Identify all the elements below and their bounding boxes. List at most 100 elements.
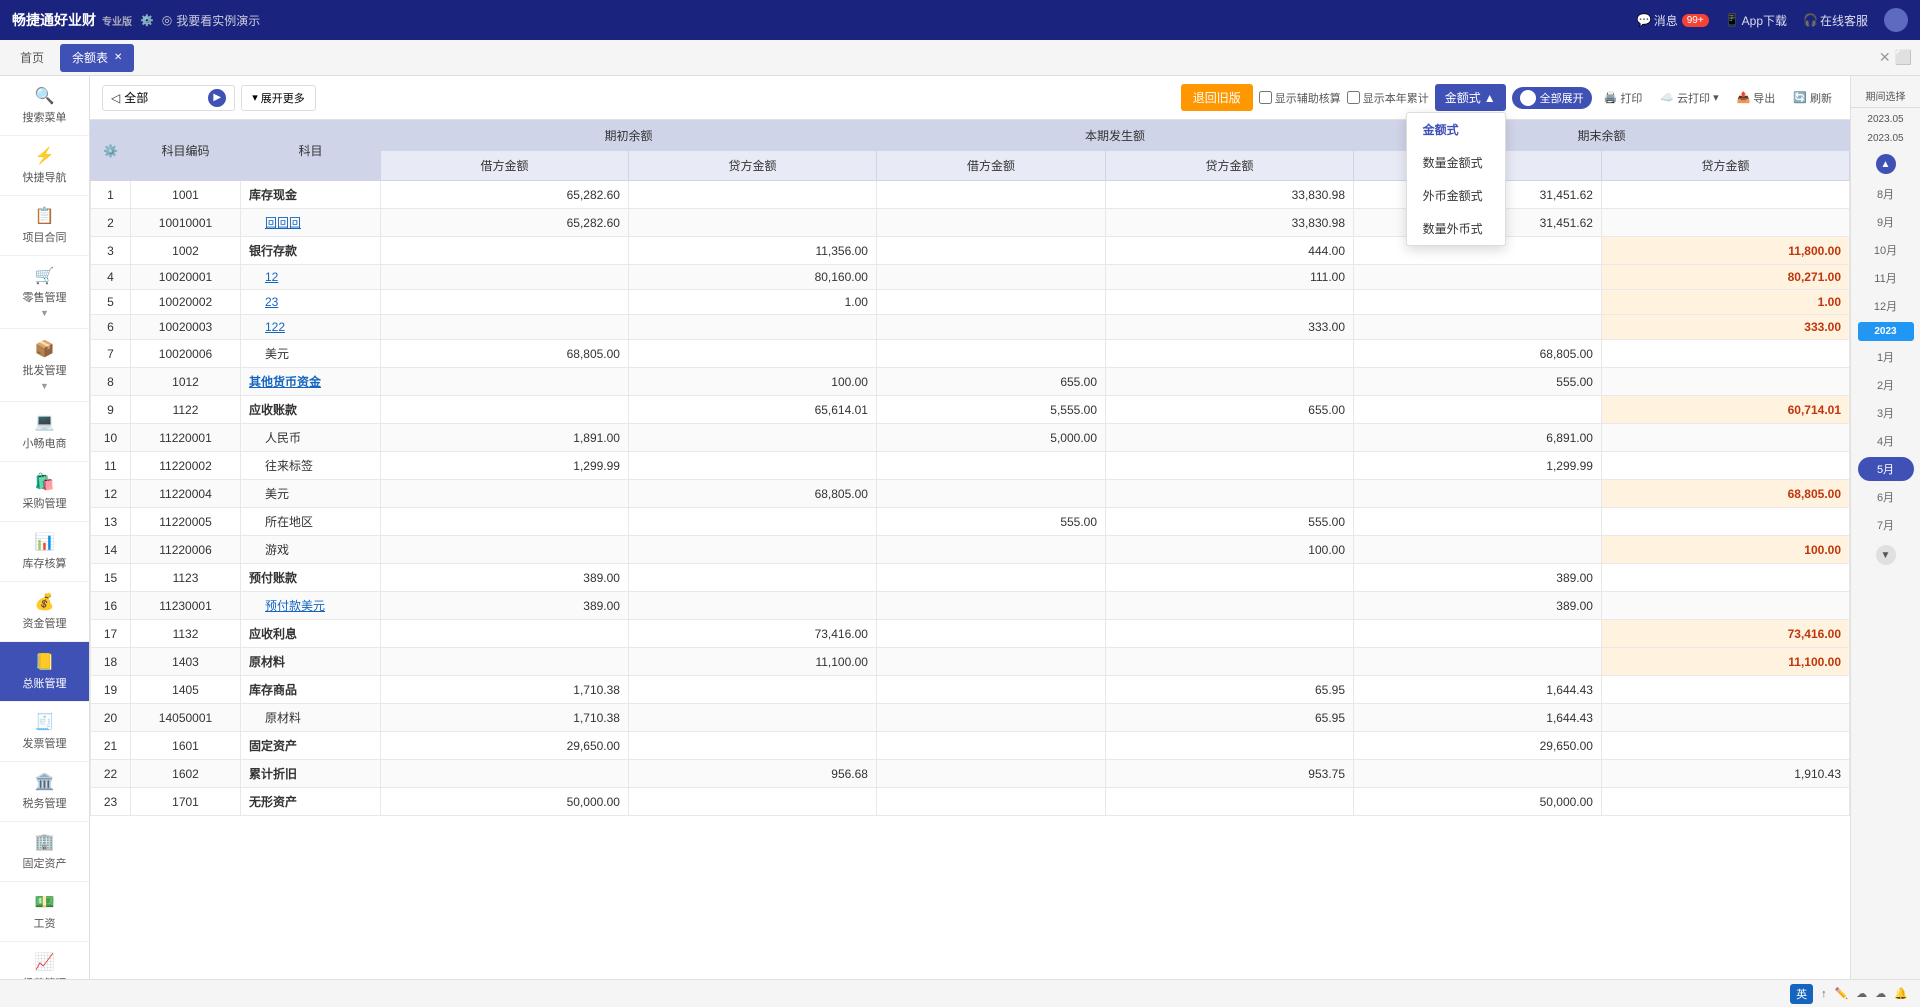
expand-more-btn[interactable]: ▾ 展开更多 [241,85,316,111]
month-2[interactable]: 2月 [1858,373,1914,397]
cell-subject[interactable]: 122 [241,315,381,340]
sidebar-item-fixed-assets[interactable]: 🏢 固定资产 [0,822,89,882]
sidebar-item-tax[interactable]: 🏛️ 税务管理 [0,762,89,822]
cloud-icon-2[interactable]: ☁ [1875,987,1886,1000]
month-1[interactable]: 1月 [1858,345,1914,369]
dropdown-item-amount[interactable]: 金额式 [1407,113,1505,146]
dropdown-item-qty-foreign[interactable]: 数量外币式 [1407,212,1505,245]
lang-icon[interactable]: 英 [1790,984,1813,1004]
online-service-btn[interactable]: 🎧 在线客服 [1803,12,1868,29]
sidebar-item-quick-nav[interactable]: ⚡ 快捷导航 [0,136,89,196]
export-btn[interactable]: 📤 导出 [1731,86,1782,110]
sidebar-item-project[interactable]: 📋 项目合同 [0,196,89,256]
cell-code: 11230001 [131,592,241,620]
message-btn[interactable]: 💬 消息 99+ [1637,12,1709,29]
month-10[interactable]: 10月 [1858,238,1914,262]
user-avatar[interactable] [1884,8,1908,32]
th-ob-debit: 借方金额 [381,151,629,181]
th-settings[interactable]: ⚙️ [91,121,131,181]
show-yearly-label[interactable]: 显示本年累计 [1347,90,1429,106]
cell-code: 1701 [131,788,241,816]
month-8[interactable]: 8月 [1858,182,1914,206]
cloud-print-btn[interactable]: ☁️ 云打印 ▾ [1654,86,1724,110]
show-yearly-checkbox[interactable] [1347,91,1360,104]
sidebar-item-capital[interactable]: 💰 资金管理 [0,582,89,642]
month-12[interactable]: 12月 [1858,294,1914,318]
cell-ob-credit [628,209,876,237]
cell-ob-credit: 1.00 [628,290,876,315]
cell-subject[interactable]: 预付款美元 [241,592,381,620]
project-icon: 📋 [35,206,55,226]
cell-subject[interactable]: 12 [241,265,381,290]
sidebar-item-salary[interactable]: 💵 工资 [0,882,89,942]
cell-ob-debit [381,396,629,424]
close-panel-btn[interactable]: ✕ [1879,49,1891,66]
cell-subject[interactable]: 其他货币资金 [241,368,381,396]
dropdown-item-foreign-amount[interactable]: 外币金额式 [1407,179,1505,212]
sidebar-item-inventory[interactable]: 📊 库存核算 [0,522,89,582]
sidebar-item-purchase[interactable]: 🛍️ 采购管理 [0,462,89,522]
expand-all-toggle[interactable]: 全部展开 [1512,87,1592,109]
search-box[interactable]: ◁ ▶ [102,85,235,111]
cell-eb-credit: 100.00 [1601,536,1849,564]
cell-cur-credit [1106,564,1354,592]
cell-cur-credit: 953.75 [1106,760,1354,788]
th-opening-balance: 期初余额 [381,121,877,151]
app-download-btn[interactable]: 📱 App下载 [1725,12,1787,29]
month-7[interactable]: 7月 [1858,513,1914,537]
cell-eb-credit [1601,340,1849,368]
cell-eb-debit [1354,265,1602,290]
cell-subject[interactable]: 23 [241,290,381,315]
tab-home[interactable]: 首页 [8,44,56,72]
show-auxiliary-label[interactable]: 显示辅助核算 [1259,90,1341,106]
dropdown-item-qty-amount[interactable]: 数量金额式 [1407,146,1505,179]
sidebar-item-ecommerce[interactable]: 💻 小畅电商 [0,402,89,462]
cell-subject[interactable]: 回回回 [241,209,381,237]
tab-close-balance[interactable]: ✕ [114,52,122,63]
month-5[interactable]: 5月 [1858,457,1914,481]
cell-subject: 人民币 [241,424,381,452]
sidebar-item-wholesale[interactable]: 📦 批发管理 ▼ [0,329,89,402]
edit-icon[interactable]: ✏️ [1835,987,1849,1000]
sidebar-item-accounting[interactable]: 📒 总账管理 [0,642,89,702]
mode-btn[interactable]: 金额式 ▲ [1435,84,1506,111]
cell-subject: 往来标签 [241,452,381,480]
cell-ob-credit: 80,160.00 [628,265,876,290]
sidebar-search[interactable]: 🔍 搜索菜单 [0,76,89,136]
search-next-icon[interactable]: ▶ [208,89,226,107]
cell-cur-debit [876,181,1105,209]
month-3[interactable]: 3月 [1858,401,1914,425]
cell-ob-credit [628,732,876,760]
maximize-btn[interactable]: ⬜ [1895,49,1912,66]
tab-balance[interactable]: 余额表 ✕ [60,44,134,72]
search-input[interactable] [124,91,204,105]
collapse-panel-btn[interactable]: ▲ [1876,154,1896,174]
sidebar-item-operations[interactable]: 📈 经营管理 [0,942,89,979]
cell-ob-credit: 956.68 [628,760,876,788]
show-auxiliary-checkbox[interactable] [1259,91,1272,104]
settings-area[interactable]: ⚙️ [140,14,154,27]
cell-eb-credit [1601,564,1849,592]
month-9[interactable]: 9月 [1858,210,1914,234]
cell-ob-credit: 73,416.00 [628,620,876,648]
cell-cur-credit: 65.95 [1106,704,1354,732]
sidebar-item-retail[interactable]: 🛒 零售管理 ▼ [0,256,89,329]
cell-cur-debit [876,480,1105,508]
expand-panel-btn[interactable]: ▼ [1876,545,1896,565]
up-arrow-icon[interactable]: ↑ [1821,988,1827,1000]
print-btn[interactable]: 🖨️ 打印 [1598,86,1649,110]
month-4[interactable]: 4月 [1858,429,1914,453]
month-6[interactable]: 6月 [1858,485,1914,509]
sidebar-item-invoice[interactable]: 🧾 发票管理 [0,702,89,762]
demo-link[interactable]: ◎ 我要看实例演示 [162,12,261,29]
cloud-icon-1[interactable]: ☁ [1856,987,1867,1000]
bell-icon[interactable]: 🔔 [1894,987,1908,1000]
cell-code: 1405 [131,676,241,704]
cell-code: 11220006 [131,536,241,564]
month-11[interactable]: 11月 [1858,266,1914,290]
retro-btn[interactable]: 退回旧版 [1181,84,1253,111]
refresh-btn[interactable]: 🔄 刷新 [1787,86,1838,110]
accounting-icon: 📒 [35,652,55,672]
table-row: 171132应收利息73,416.0073,416.00 [91,620,1850,648]
cell-ob-credit [628,181,876,209]
